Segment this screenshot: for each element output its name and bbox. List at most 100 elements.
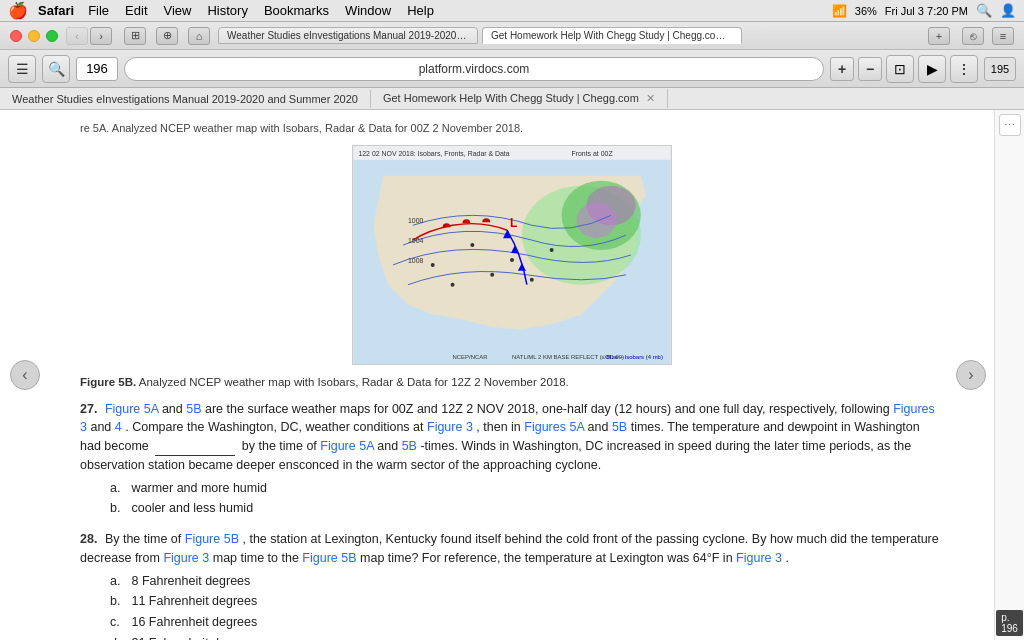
sidebar-toggle[interactable]: ≡ xyxy=(992,27,1014,45)
svg-point-14 xyxy=(451,282,455,286)
svg-point-11 xyxy=(470,243,474,247)
menu-bookmarks[interactable]: Bookmarks xyxy=(256,3,337,18)
menu-window[interactable]: Window xyxy=(337,3,399,18)
q27-choice-b: b. cooler and less humid xyxy=(110,499,944,518)
home-button[interactable]: ⌂ xyxy=(188,27,210,45)
new-tab-button[interactable]: ⊕ xyxy=(156,27,178,45)
q27-link-fig5a3[interactable]: Figure 5A xyxy=(320,439,374,453)
q27-link-4[interactable]: 4 xyxy=(115,420,122,434)
svg-text:122  02 NOV 2018: Isobars, Fro: 122 02 NOV 2018: Isobars, Fronts, Radar … xyxy=(358,149,509,156)
page-195-button[interactable]: 195 xyxy=(984,57,1016,81)
svg-text:1004: 1004 xyxy=(408,237,424,244)
close-button[interactable] xyxy=(10,30,22,42)
menu-history[interactable]: History xyxy=(199,3,255,18)
new-tab-plus[interactable]: + xyxy=(928,27,950,45)
svg-text:L: L xyxy=(510,216,517,230)
figure-5b-caption: Figure 5B. Analyzed NCEP weather map wit… xyxy=(80,374,944,391)
forward-button[interactable]: › xyxy=(90,27,112,45)
q27-link-fig5a2[interactable]: Figures 5A xyxy=(524,420,584,434)
q28-link-fig5b[interactable]: Figure 5B xyxy=(185,532,239,546)
q27-choice-a: a. warmer and more humid xyxy=(110,479,944,498)
subtab-close[interactable]: ✕ xyxy=(646,92,655,104)
maximize-button[interactable] xyxy=(46,30,58,42)
svg-point-13 xyxy=(550,248,554,252)
address-bar[interactable] xyxy=(124,57,824,81)
back-button[interactable]: ‹ xyxy=(66,27,88,45)
sidebar-btn-1[interactable]: ⋯ xyxy=(999,114,1021,136)
subtab-chegg[interactable]: Get Homework Help With Chegg Study | Che… xyxy=(371,89,668,108)
q28-link-fig3b[interactable]: Figure 3 xyxy=(736,551,782,565)
menu-edit[interactable]: Edit xyxy=(117,3,155,18)
tab-controls: ⊞ xyxy=(124,27,146,45)
svg-point-12 xyxy=(510,257,514,261)
traffic-lights xyxy=(10,30,58,42)
search-toolbar-button[interactable]: 🔍 xyxy=(42,55,70,83)
play-button[interactable]: ▶ xyxy=(918,55,946,83)
tab-weather-studies[interactable]: Weather Studies eInvestigations Manual 2… xyxy=(218,27,478,44)
q27-number: 27. xyxy=(80,402,97,416)
q28-text4: . xyxy=(785,551,788,565)
toolbar: ☰ 🔍 + − ⊡ ▶ ⋮ 195 xyxy=(0,50,1024,88)
share-button[interactable]: ⎋ xyxy=(962,27,984,45)
q28-link-fig3[interactable]: Figure 3 xyxy=(163,551,209,565)
q28-choices: a. 8 Fahrenheit degrees b. 11 Fahrenheit… xyxy=(110,572,944,641)
q28-number: 28. xyxy=(80,532,97,546)
svg-text:1008: 1008 xyxy=(408,256,424,263)
app-name[interactable]: Safari xyxy=(38,3,74,18)
titlebar: ‹ › ⊞ ⊕ ⌂ Weather Studies eInvestigation… xyxy=(0,22,1024,50)
q28-choice-d: d. 21 Fahrenheit degrees xyxy=(110,634,944,640)
menu-help[interactable]: Help xyxy=(399,3,442,18)
user-icon[interactable]: 👤 xyxy=(1000,3,1016,18)
q27-text9: -times. Winds in Washington, DC increase… xyxy=(80,439,911,472)
q27-link-fig3b[interactable]: Figure 3 xyxy=(427,420,473,434)
content-area: ‹ re 5A. Analyzed NCEP weather map with … xyxy=(0,110,1024,640)
q27-and: and xyxy=(162,402,186,416)
svg-text:NCEP/NCAR: NCEP/NCAR xyxy=(453,354,489,360)
nav-buttons: ‹ › xyxy=(66,27,112,45)
q27-link-5b[interactable]: 5B xyxy=(186,402,201,416)
question-28: 28. By the time of Figure 5B , the stati… xyxy=(80,530,944,640)
menu-file[interactable]: File xyxy=(80,3,117,18)
svg-point-5 xyxy=(576,202,616,238)
q27-link-fig5a[interactable]: Figure 5A xyxy=(105,402,159,416)
minimize-button[interactable] xyxy=(28,30,40,42)
q27-link-5b3[interactable]: 5B xyxy=(402,439,417,453)
svg-text:Fronts at 00Z: Fronts at 00Z xyxy=(571,149,613,156)
q27-link-5b2[interactable]: 5B xyxy=(612,420,627,434)
q27-text1: are the surface weather maps for 00Z and… xyxy=(205,402,893,416)
svg-point-16 xyxy=(530,277,534,281)
more-options-button[interactable]: ⋮ xyxy=(950,55,978,83)
sidebar-menu-button[interactable]: ☰ xyxy=(8,55,36,83)
figure-5a-caption-top: re 5A. Analyzed NCEP weather map with Is… xyxy=(80,120,944,137)
zoom-out-button[interactable]: − xyxy=(858,57,882,81)
subtab-weather-studies[interactable]: Weather Studies eInvestigations Manual 2… xyxy=(0,90,371,108)
page-badge: p. 196 xyxy=(996,610,1023,636)
toolbar-right-controls: + − ⊡ ▶ ⋮ xyxy=(830,55,978,83)
tab-list-button[interactable]: ⊞ xyxy=(124,27,146,45)
q27-blank xyxy=(155,455,235,456)
menu-view[interactable]: View xyxy=(156,3,200,18)
svg-point-15 xyxy=(490,272,494,276)
prev-page-arrow[interactable]: ‹ xyxy=(10,360,40,390)
apple-menu[interactable]: 🍎 xyxy=(8,1,28,20)
q27-text2: and xyxy=(90,420,114,434)
question-27: 27. Figure 5A and 5B are the surface wea… xyxy=(80,400,944,519)
q27-text5: and xyxy=(588,420,612,434)
battery-indicator: 36% xyxy=(855,5,877,17)
q28-choice-c: c. 16 Fahrenheit degrees xyxy=(110,613,944,632)
page-number-input[interactable] xyxy=(76,57,118,81)
search-icon[interactable]: 🔍 xyxy=(976,3,992,18)
q28-choice-b: b. 11 Fahrenheit degrees xyxy=(110,592,944,611)
fit-page-button[interactable]: ⊡ xyxy=(886,55,914,83)
q28-link-fig5b2[interactable]: Figure 5B xyxy=(302,551,356,565)
tab-chegg[interactable]: Get Homework Help With Chegg Study | Che… xyxy=(482,27,742,44)
q28-choice-a: a. 8 Fahrenheit degrees xyxy=(110,572,944,591)
next-page-arrow[interactable]: › xyxy=(956,360,986,390)
clock: Fri Jul 3 7:20 PM xyxy=(885,5,968,17)
page-content: re 5A. Analyzed NCEP weather map with Is… xyxy=(0,110,994,640)
q27-text4: , then in xyxy=(476,420,524,434)
q28-text3: map time? For reference, the temperature… xyxy=(360,551,736,565)
tab-bar: Weather Studies eInvestigations Manual 2… xyxy=(218,27,920,44)
tab-close-2[interactable]: ✕ xyxy=(730,30,738,41)
zoom-in-button[interactable]: + xyxy=(830,57,854,81)
